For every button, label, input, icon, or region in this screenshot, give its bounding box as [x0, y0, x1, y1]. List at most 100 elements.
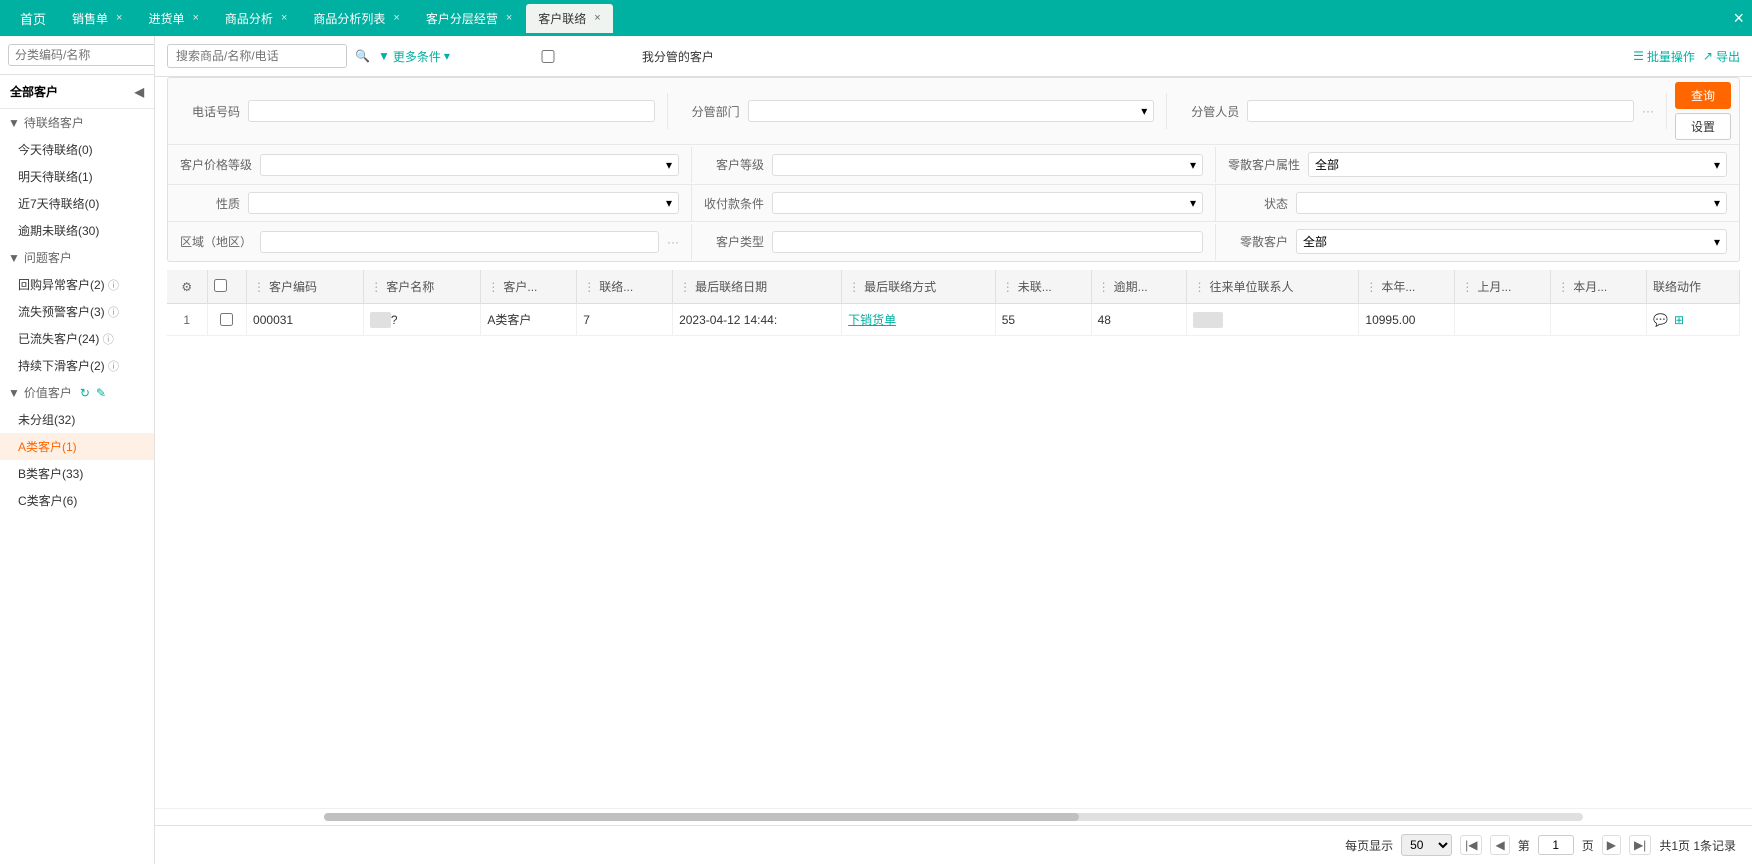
- value-refresh-icon[interactable]: ↻: [80, 386, 90, 400]
- arrow-value: ▼: [8, 386, 20, 400]
- phone-input[interactable]: [248, 100, 655, 122]
- search-button[interactable]: 🔍: [355, 49, 370, 63]
- td-this-year: 10995.00: [1359, 304, 1455, 336]
- row-checkbox[interactable]: [220, 313, 233, 326]
- price-level-label: 客户价格等级: [180, 156, 252, 173]
- tab-sales[interactable]: 销售单 ×: [60, 4, 134, 33]
- tab-customer-segment[interactable]: 客户分层经营 ×: [414, 4, 524, 33]
- sidebar-item-c-class[interactable]: C类客户(6): [0, 487, 154, 514]
- th-no-contact: 未联...: [995, 270, 1091, 304]
- price-level-select[interactable]: ▾: [260, 154, 679, 176]
- search-input[interactable]: [167, 44, 347, 68]
- region-input[interactable]: [260, 231, 659, 253]
- th-last-date: 最后联络日期: [673, 270, 842, 304]
- arrow-problem: ▼: [8, 251, 20, 265]
- tab-product-list[interactable]: 商品分析列表 ×: [301, 4, 411, 33]
- close-all-tabs[interactable]: ×: [1733, 8, 1744, 29]
- settings-button[interactable]: 设置: [1675, 113, 1731, 140]
- filter-row-2: 客户价格等级 ▾ 客户等级 ▾ 零散客户属性 全部: [168, 145, 1739, 185]
- page-of-label: 页: [1582, 837, 1594, 854]
- tab-customer-contact[interactable]: 客户联络 ×: [526, 4, 612, 33]
- my-customers-checkbox-label[interactable]: 我分管的客户: [458, 48, 714, 65]
- sidebar-all-customers[interactable]: 全部客户 ◀: [0, 75, 154, 109]
- query-button[interactable]: 查询: [1675, 82, 1731, 109]
- masked-contact: RE .: [1193, 312, 1222, 328]
- tab-product-analysis[interactable]: 商品分析 ×: [213, 4, 299, 33]
- sidebar-section-pending[interactable]: ▼ 待联络客户: [0, 109, 154, 136]
- td-last-method[interactable]: 下销货单: [842, 304, 996, 336]
- chat-icon[interactable]: 💬: [1653, 313, 1668, 327]
- sidebar-collapse-icon[interactable]: ◀: [135, 85, 144, 99]
- sidebar-item-churned[interactable]: 已流失客户(24) ⓘ: [0, 325, 154, 352]
- scrollbar-thumb[interactable]: [324, 813, 1079, 821]
- close-sales-tab[interactable]: ×: [116, 12, 122, 24]
- customer-level-select[interactable]: ▾: [772, 154, 1203, 176]
- th-overdue: 逾期...: [1091, 270, 1187, 304]
- th-code: 客户编码: [247, 270, 364, 304]
- customer-type-input[interactable]: [772, 231, 1203, 253]
- td-actions: 💬 ⊞: [1647, 304, 1740, 336]
- close-product-list-tab[interactable]: ×: [393, 12, 399, 24]
- tab-purchase[interactable]: 进货单 ×: [136, 4, 210, 33]
- retail-attr-select[interactable]: 全部 ▾: [1308, 152, 1727, 177]
- my-customers-checkbox[interactable]: [458, 50, 638, 63]
- next-page-button[interactable]: ▶: [1602, 835, 1621, 855]
- person-input[interactable]: [1247, 100, 1634, 122]
- sidebar-item-declining[interactable]: 持续下滑客户(2) ⓘ: [0, 352, 154, 379]
- more-filters-button[interactable]: ▼ 更多条件 ▾: [378, 48, 450, 65]
- customer-table: ⚙ 客户编码 客户名称 客户... 联络... 最后联络日期 最后联络方式 未联…: [167, 270, 1740, 336]
- payment-label: 收付款条件: [704, 195, 764, 212]
- payment-select[interactable]: ▾: [772, 192, 1203, 214]
- th-action: 联络动作: [1647, 270, 1740, 304]
- batch-op-button[interactable]: ☰ 批量操作: [1633, 48, 1695, 65]
- sidebar-section-value[interactable]: ▼ 价值客户 ↻ ✎: [0, 379, 154, 406]
- sidebar-item-abnormal[interactable]: 回购异常客户(2) ⓘ: [0, 271, 154, 298]
- table-row: 1 000031 Ea? A类客户 7 2023-04-12 14:44:: [167, 304, 1740, 336]
- region-dots-icon[interactable]: ···: [667, 235, 679, 249]
- nature-select[interactable]: ▾: [248, 192, 679, 214]
- sidebar-item-a-class[interactable]: A类客户(1): [0, 433, 154, 460]
- filter-cell-dept: 分管部门 ▾: [668, 93, 1168, 129]
- status-label: 状态: [1228, 195, 1288, 212]
- sidebar-item-churn-warning[interactable]: 流失预警客户(3) ⓘ: [0, 298, 154, 325]
- close-customer-segment-tab[interactable]: ×: [506, 12, 512, 24]
- page-input[interactable]: [1538, 835, 1574, 855]
- sidebar-item-ungrouped[interactable]: 未分组(32): [0, 406, 154, 433]
- export-button[interactable]: ↗ 导出: [1703, 48, 1740, 65]
- sidebar-search-input[interactable]: [8, 44, 155, 66]
- sidebar-item-7days[interactable]: 近7天待联络(0): [0, 190, 154, 217]
- main-layout: 🔍 全部客户 ◀ ▼ 待联络客户 今天待联络(0) 明天待联络(1) 近7天待联…: [0, 36, 1752, 864]
- arrow-pending: ▼: [8, 116, 20, 130]
- section-problem-label: 问题客户: [24, 249, 72, 266]
- close-customer-contact-tab[interactable]: ×: [594, 12, 600, 24]
- close-purchase-tab[interactable]: ×: [192, 12, 198, 24]
- th-type: 客户...: [481, 270, 577, 304]
- table-header-row: ⚙ 客户编码 客户名称 客户... 联络... 最后联络日期 最后联络方式 未联…: [167, 270, 1740, 304]
- sidebar-section-problem[interactable]: ▼ 问题客户: [0, 244, 154, 271]
- sidebar-item-overdue[interactable]: 逾期未联络(30): [0, 217, 154, 244]
- first-page-button[interactable]: |◀: [1460, 835, 1482, 855]
- sidebar-item-b-class[interactable]: B类客户(33): [0, 460, 154, 487]
- filter-cell-status: 状态 ▾: [1216, 185, 1739, 221]
- table-settings-icon[interactable]: ⚙: [181, 280, 192, 294]
- export-icon: ↗: [1703, 49, 1713, 63]
- last-page-button[interactable]: ▶|: [1629, 835, 1651, 855]
- person-dots-icon[interactable]: ···: [1642, 104, 1654, 118]
- retail-select[interactable]: 全部 ▾: [1296, 229, 1727, 254]
- grid-icon[interactable]: ⊞: [1674, 313, 1684, 327]
- dept-select[interactable]: ▾: [748, 100, 1155, 122]
- home-tab[interactable]: 首页: [8, 3, 58, 34]
- sidebar-item-tomorrow[interactable]: 明天待联络(1): [0, 163, 154, 190]
- per-page-select[interactable]: 50 100 200: [1401, 834, 1452, 856]
- prev-page-button[interactable]: ◀: [1490, 835, 1509, 855]
- select-all-checkbox[interactable]: [214, 279, 227, 292]
- filter-cell-retail: 零散客户 全部 ▾: [1216, 222, 1739, 261]
- value-edit-icon[interactable]: ✎: [96, 386, 106, 400]
- filter-cell-retail-attr: 零散客户属性 全部 ▾: [1216, 145, 1739, 184]
- filter-row-4: 区域（地区） ··· 客户类型 零散客户 全部 ▾: [168, 222, 1739, 261]
- close-product-analysis-tab[interactable]: ×: [281, 12, 287, 24]
- status-select[interactable]: ▾: [1296, 192, 1727, 214]
- td-index: 1: [167, 304, 207, 336]
- sidebar-item-today[interactable]: 今天待联络(0): [0, 136, 154, 163]
- section-value-label: 价值客户: [24, 384, 72, 401]
